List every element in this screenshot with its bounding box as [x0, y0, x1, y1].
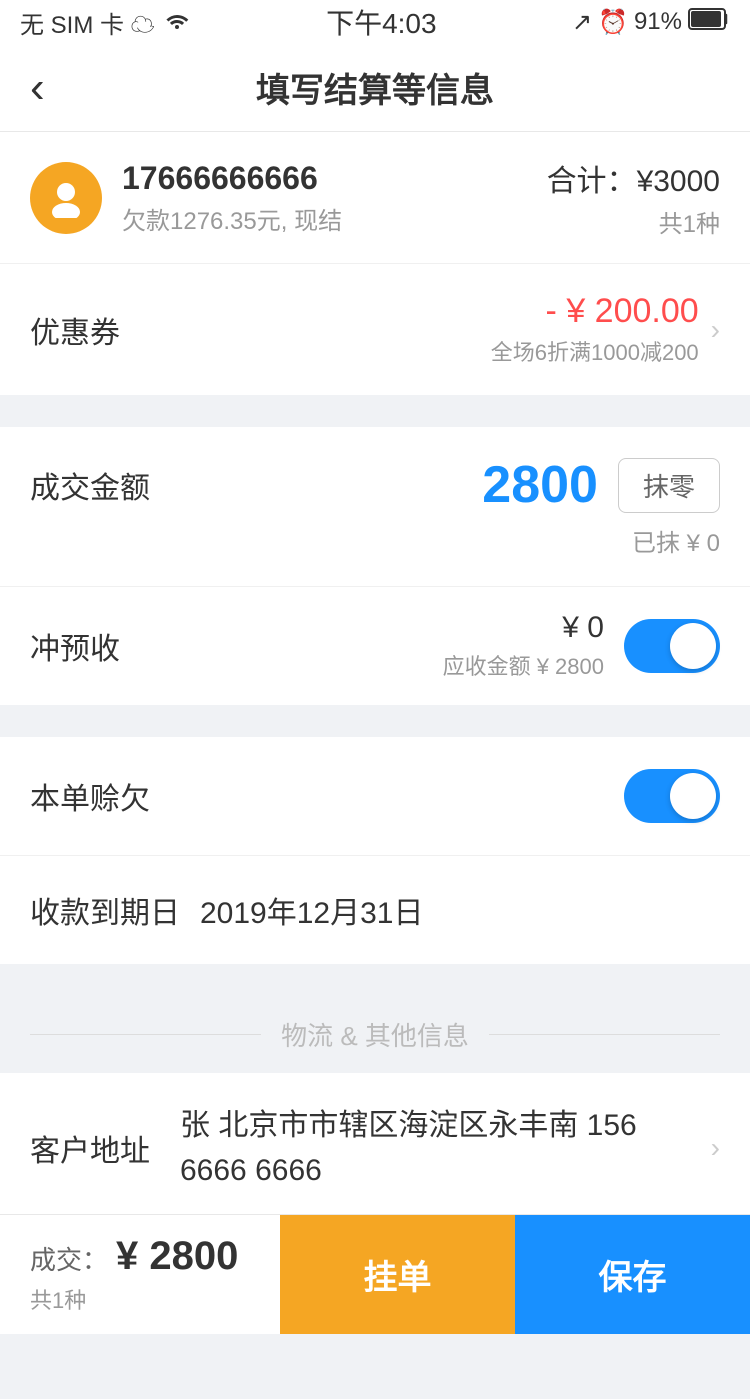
amount-row: 成交金额 2800 抹零 [30, 455, 720, 515]
address-value: 张 北京市市辖区海淀区永丰南 156 6666 6666 [180, 1103, 699, 1193]
coupon-row[interactable]: 优惠券 - ¥ 200.00 全场6折满1000减200 › [0, 263, 750, 395]
status-left: 无 SIM 卡 ☁ [20, 5, 191, 40]
amount-label: 成交金额 [30, 463, 150, 507]
prereceive-toggle[interactable] [624, 619, 720, 673]
divider-2 [0, 721, 750, 737]
debt-toggle[interactable] [624, 769, 720, 823]
hold-button[interactable]: 挂单 [280, 1215, 515, 1334]
customer-info: 17666666666 欠款1276.35元, 现结 [122, 160, 342, 236]
amount-row-wrapper: 成交金额 2800 抹零 已抹 ¥ 0 [0, 427, 750, 586]
customer-right: 合计：¥3000 共1种 [547, 156, 720, 239]
divider-line-right [489, 1034, 720, 1035]
customer-left: 17666666666 欠款1276.35元, 现结 [30, 160, 342, 236]
due-date-value: 2019年12月31日 [200, 888, 423, 932]
amount-right: 2800 抹零 [482, 455, 720, 515]
amount-section: 成交金额 2800 抹零 已抹 ¥ 0 冲预收 ¥ 0 应收金额 ¥ 2800 [0, 427, 750, 705]
coupon-chevron-icon: › [711, 314, 720, 346]
address-chevron-icon: › [711, 1132, 720, 1164]
due-date-label: 收款到期日 [30, 888, 180, 932]
sim-status: 无 SIM 卡 ☁ [20, 5, 155, 40]
page-title: 填写结算等信息 [256, 63, 494, 112]
logistics-divider: 物流 & 其他信息 [0, 996, 750, 1073]
footer-deal-value: ¥ 2800 [116, 1234, 238, 1279]
prereceive-label: 冲预收 [30, 624, 120, 668]
footer-bar: 成交： ¥ 2800 共1种 挂单 保存 [0, 1214, 750, 1334]
debt-row: 本单赊欠 [0, 737, 750, 855]
amount-sub: 已抹 ¥ 0 [30, 523, 720, 558]
customer-phone: 17666666666 [122, 160, 342, 197]
prereceive-row: 冲预收 ¥ 0 应收金额 ¥ 2800 [0, 586, 750, 705]
footer-deal: 成交： ¥ 2800 [30, 1234, 250, 1279]
footer-count: 共1种 [30, 1283, 250, 1315]
divider-3 [0, 980, 750, 996]
coupon-desc: 全场6折满1000减200 [491, 335, 699, 367]
due-date-row: 收款到期日 2019年12月31日 [0, 855, 750, 964]
prereceive-amount: ¥ 0 应收金额 ¥ 2800 [443, 611, 604, 681]
prereceive-right: ¥ 0 应收金额 ¥ 2800 [443, 611, 720, 681]
debt-label: 本单赊欠 [30, 774, 150, 818]
coupon-label: 优惠券 [30, 308, 120, 352]
prereceive-sub: 应收金额 ¥ 2800 [443, 649, 604, 681]
avatar [30, 162, 102, 234]
amount-value[interactable]: 2800 [482, 455, 598, 515]
divider-line-left [30, 1034, 261, 1035]
debt-toggle-knob [670, 773, 716, 819]
footer-deal-label: 成交： [30, 1240, 108, 1277]
prereceive-value: ¥ 0 [443, 611, 604, 645]
clock-icon: ⏰ [598, 8, 628, 37]
battery-icon [688, 8, 730, 37]
coupon-value: - ¥ 200.00 [491, 292, 699, 331]
address-label: 客户地址 [30, 1126, 150, 1170]
customer-section: 17666666666 欠款1276.35元, 现结 合计：¥3000 共1种 … [0, 132, 750, 395]
customer-desc: 欠款1276.35元, 现结 [122, 201, 342, 236]
back-button[interactable]: ‹ [20, 53, 55, 123]
customer-total: 合计：¥3000 [547, 156, 720, 200]
customer-row: 17666666666 欠款1276.35元, 现结 合计：¥3000 共1种 [0, 132, 750, 263]
divider-1 [0, 411, 750, 427]
location-icon: ↗ [572, 8, 592, 37]
coupon-amount: - ¥ 200.00 全场6折满1000减200 [491, 292, 699, 367]
address-row[interactable]: 客户地址 张 北京市市辖区海淀区永丰南 156 6666 6666 › [0, 1073, 750, 1223]
battery-text: 91% [634, 8, 682, 36]
customer-count: 共1种 [547, 204, 720, 239]
status-bar: 无 SIM 卡 ☁ 下午4:03 ↗ ⏰ 91% [0, 0, 750, 44]
save-button[interactable]: 保存 [515, 1215, 750, 1334]
prereceive-toggle-knob [670, 623, 716, 669]
wifi-icon [163, 8, 191, 36]
debt-section: 本单赊欠 收款到期日 2019年12月31日 [0, 737, 750, 964]
round-button[interactable]: 抹零 [618, 458, 720, 513]
footer-summary: 成交： ¥ 2800 共1种 [0, 1234, 280, 1315]
status-right: ↗ ⏰ 91% [572, 8, 730, 37]
status-time: 下午4:03 [326, 2, 437, 42]
nav-bar: ‹ 填写结算等信息 [0, 44, 750, 132]
coupon-right: - ¥ 200.00 全场6折满1000减200 › [491, 292, 720, 367]
logistics-text: 物流 & 其他信息 [281, 1016, 469, 1053]
